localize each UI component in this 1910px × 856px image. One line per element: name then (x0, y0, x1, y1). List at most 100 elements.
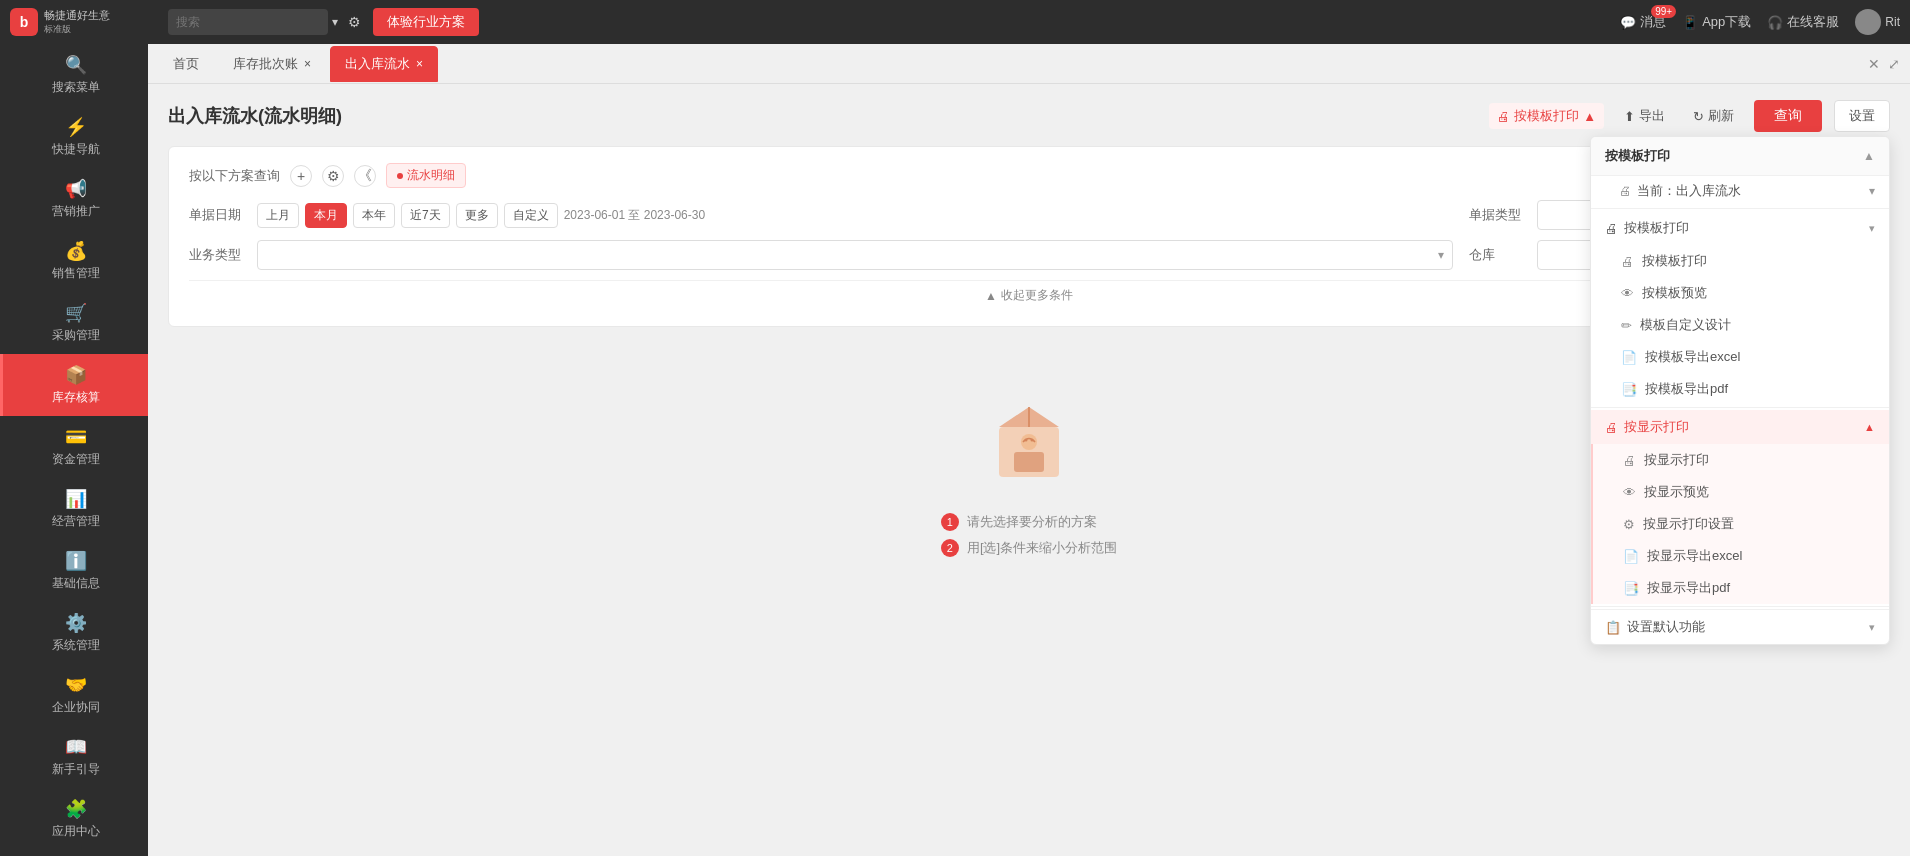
settings-btn[interactable]: 设置 (1834, 100, 1890, 132)
message-btn[interactable]: 💬 消息 99+ (1620, 13, 1666, 31)
sidebar-label-finance: 资金管理 (52, 451, 100, 468)
app-download-btn[interactable]: 📱 App下载 (1682, 13, 1751, 31)
btn-display-export-excel[interactable]: 📄 按显示导出excel (1593, 540, 1889, 572)
sidebar-item-sales[interactable]: 💰 销售管理 (0, 230, 148, 292)
date-btn-custom[interactable]: 自定义 (504, 203, 558, 228)
online-service-btn[interactable]: 🎧 在线客服 (1767, 13, 1839, 31)
display-excel-icon: 📄 (1623, 549, 1639, 564)
sidebar-item-inventory[interactable]: 📦 库存核算 (0, 354, 148, 416)
display-print-subsection: 🖨 按显示打印 👁 按显示预览 ⚙ 按显示打印设置 (1591, 444, 1889, 604)
sidebar-item-enterprise-collab[interactable]: 🤝 企业协同 (0, 664, 148, 726)
print-template-btn[interactable]: 🖨 按模板打印 ▲ (1489, 103, 1604, 129)
message-icon: 💬 (1620, 15, 1636, 30)
logo-area: b 畅捷通好生意 标准版 (10, 8, 158, 36)
sidebar-item-operations[interactable]: 📊 经营管理 (0, 478, 148, 540)
sidebar-label-inventory: 库存核算 (52, 389, 100, 406)
trial-btn[interactable]: 体验行业方案 (373, 8, 479, 36)
date-btn-this-month[interactable]: 本月 (305, 203, 347, 228)
sidebar-item-system[interactable]: ⚙️ 系统管理 (0, 602, 148, 664)
sidebar-label-marketing: 营销推广 (52, 203, 100, 220)
dropdown-title: 按模板打印 (1605, 147, 1670, 165)
filter-field-date: 单据日期 上月 本月 本年 近7天 更多 自定义 2023-06-01 至 20… (189, 203, 1453, 228)
header-gear-icon[interactable]: ⚙ (348, 14, 361, 30)
export-icon: ⬆ (1624, 109, 1635, 124)
content-area: 首页 库存批次账 × 出入库流水 × ✕ ⤢ 出入库流水(流水明细) (148, 44, 1910, 856)
filter-collapse-left-btn[interactable]: 《 (354, 165, 376, 187)
sidebar-item-purchase[interactable]: 🛒 采购管理 (0, 292, 148, 354)
empty-illustration (979, 397, 1079, 497)
date-btn-7days[interactable]: 近7天 (401, 203, 450, 228)
query-btn[interactable]: 查询 (1754, 100, 1822, 132)
btn-template-print[interactable]: 🖨 按模板打印 (1591, 245, 1889, 277)
filter-tag-flow[interactable]: 流水明细 (386, 163, 466, 188)
export-btn[interactable]: ⬆ 导出 (1616, 103, 1673, 129)
btn-display-preview[interactable]: 👁 按显示预览 (1593, 476, 1889, 508)
user-name: Rit (1885, 15, 1900, 29)
tab-inout-flow[interactable]: 出入库流水 × (330, 46, 438, 82)
tab-home[interactable]: 首页 (158, 46, 214, 82)
basic-info-icon: ℹ️ (65, 550, 87, 572)
business-type-select[interactable]: ▾ (257, 240, 1453, 270)
default-settings-icon: 📋 (1605, 620, 1621, 635)
btn-display-print[interactable]: 🖨 按显示打印 (1593, 444, 1889, 476)
template-excel-icon: 📄 (1621, 350, 1637, 365)
template-section-label: 按模板打印 (1624, 219, 1689, 237)
btn-display-export-pdf[interactable]: 📑 按显示导出pdf (1593, 572, 1889, 604)
btn-template-design[interactable]: ✏ 模板自定义设计 (1591, 309, 1889, 341)
sidebar-item-basic-info[interactable]: ℹ️ 基础信息 (0, 540, 148, 602)
template-section-icon: 🖨 (1605, 221, 1618, 236)
svg-rect-2 (1014, 452, 1044, 472)
display-print-section[interactable]: 🖨 按显示打印 ▲ (1591, 410, 1889, 444)
btn-template-preview[interactable]: 👁 按模板预览 (1591, 277, 1889, 309)
date-label: 单据日期 (189, 206, 249, 224)
sidebar-item-newbie[interactable]: 📖 新手引导 (0, 726, 148, 788)
sidebar-item-search[interactable]: 🔍 搜索菜单 (0, 44, 148, 106)
shortcut-icon: ⚡ (65, 116, 87, 138)
filter-field-business-type: 业务类型 ▾ (189, 240, 1453, 270)
refresh-label: 刷新 (1708, 107, 1734, 125)
btn-template-export-pdf[interactable]: 📑 按模板导出pdf (1591, 373, 1889, 405)
template-section-arrow: ▾ (1869, 222, 1875, 235)
tab-inout-flow-close[interactable]: × (416, 58, 423, 70)
refresh-btn[interactable]: ↻ 刷新 (1685, 103, 1742, 129)
tab-close-all-icon[interactable]: ✕ (1868, 56, 1880, 72)
tab-inventory-batch-close[interactable]: × (304, 58, 311, 70)
filter-tag-label: 流水明细 (407, 167, 455, 184)
filter-add-btn[interactable]: + (290, 165, 312, 187)
collapse-chevron-icon: ▲ (985, 289, 997, 303)
print-dropdown-panel: 按模板打印 ▲ 🖨 当前：出入库流水 ▾ (1590, 136, 1890, 645)
empty-steps: 1 请先选择要分析的方案 2 用[选]条件来缩小分析范围 (941, 513, 1117, 557)
template-print-section[interactable]: 🖨 按模板打印 ▾ (1591, 211, 1889, 245)
tab-maximize-icon[interactable]: ⤢ (1888, 56, 1900, 72)
tab-inventory-batch[interactable]: 库存批次账 × (218, 46, 326, 82)
tab-inventory-batch-label: 库存批次账 (233, 55, 298, 73)
sidebar-item-app-center[interactable]: 🧩 应用中心 (0, 788, 148, 850)
display-preview-label: 按显示预览 (1644, 483, 1709, 501)
divider-2 (1591, 407, 1889, 408)
current-item-icon: 🖨 (1619, 184, 1631, 198)
dropdown-current-row: 🖨 当前：出入库流水 ▾ (1591, 176, 1889, 206)
user-area[interactable]: Rit (1855, 9, 1900, 35)
message-badge: 99+ (1651, 5, 1676, 18)
sidebar-item-wechat[interactable]: 💬 企业微信 (0, 850, 148, 856)
template-preview-label: 按模板预览 (1642, 284, 1707, 302)
filter-settings-btn[interactable]: ⚙ (322, 165, 344, 187)
btn-display-print-settings[interactable]: ⚙ 按显示打印设置 (1593, 508, 1889, 540)
step-num-1: 1 (941, 513, 959, 531)
collab-icon: 🤝 (65, 674, 87, 696)
dropdown-collapse-icon[interactable]: ▲ (1863, 149, 1875, 163)
page-title-bar: 出入库流水(流水明细) 🖨 按模板打印 ▲ ⬆ 导出 ↻ 刷新 (168, 100, 1890, 132)
date-btn-this-year[interactable]: 本年 (353, 203, 395, 228)
btn-template-export-excel[interactable]: 📄 按模板导出excel (1591, 341, 1889, 373)
sidebar-item-finance[interactable]: 💳 资金管理 (0, 416, 148, 478)
set-default-btn[interactable]: 📋 设置默认功能 ▾ (1591, 609, 1889, 644)
date-picker-group: 上月 本月 本年 近7天 更多 自定义 2023-06-01 至 2023-06… (257, 203, 1453, 228)
header-search-dropdown-icon[interactable]: ▾ (332, 15, 338, 29)
header-search-input[interactable] (168, 9, 328, 35)
app-name: 畅捷通好生意 (44, 8, 110, 22)
sidebar-item-marketing[interactable]: 📢 营销推广 (0, 168, 148, 230)
app-badge: 标准版 (44, 23, 110, 36)
sidebar-item-shortcut[interactable]: ⚡ 快捷导航 (0, 106, 148, 168)
date-btn-more[interactable]: 更多 (456, 203, 498, 228)
date-btn-last-month[interactable]: 上月 (257, 203, 299, 228)
